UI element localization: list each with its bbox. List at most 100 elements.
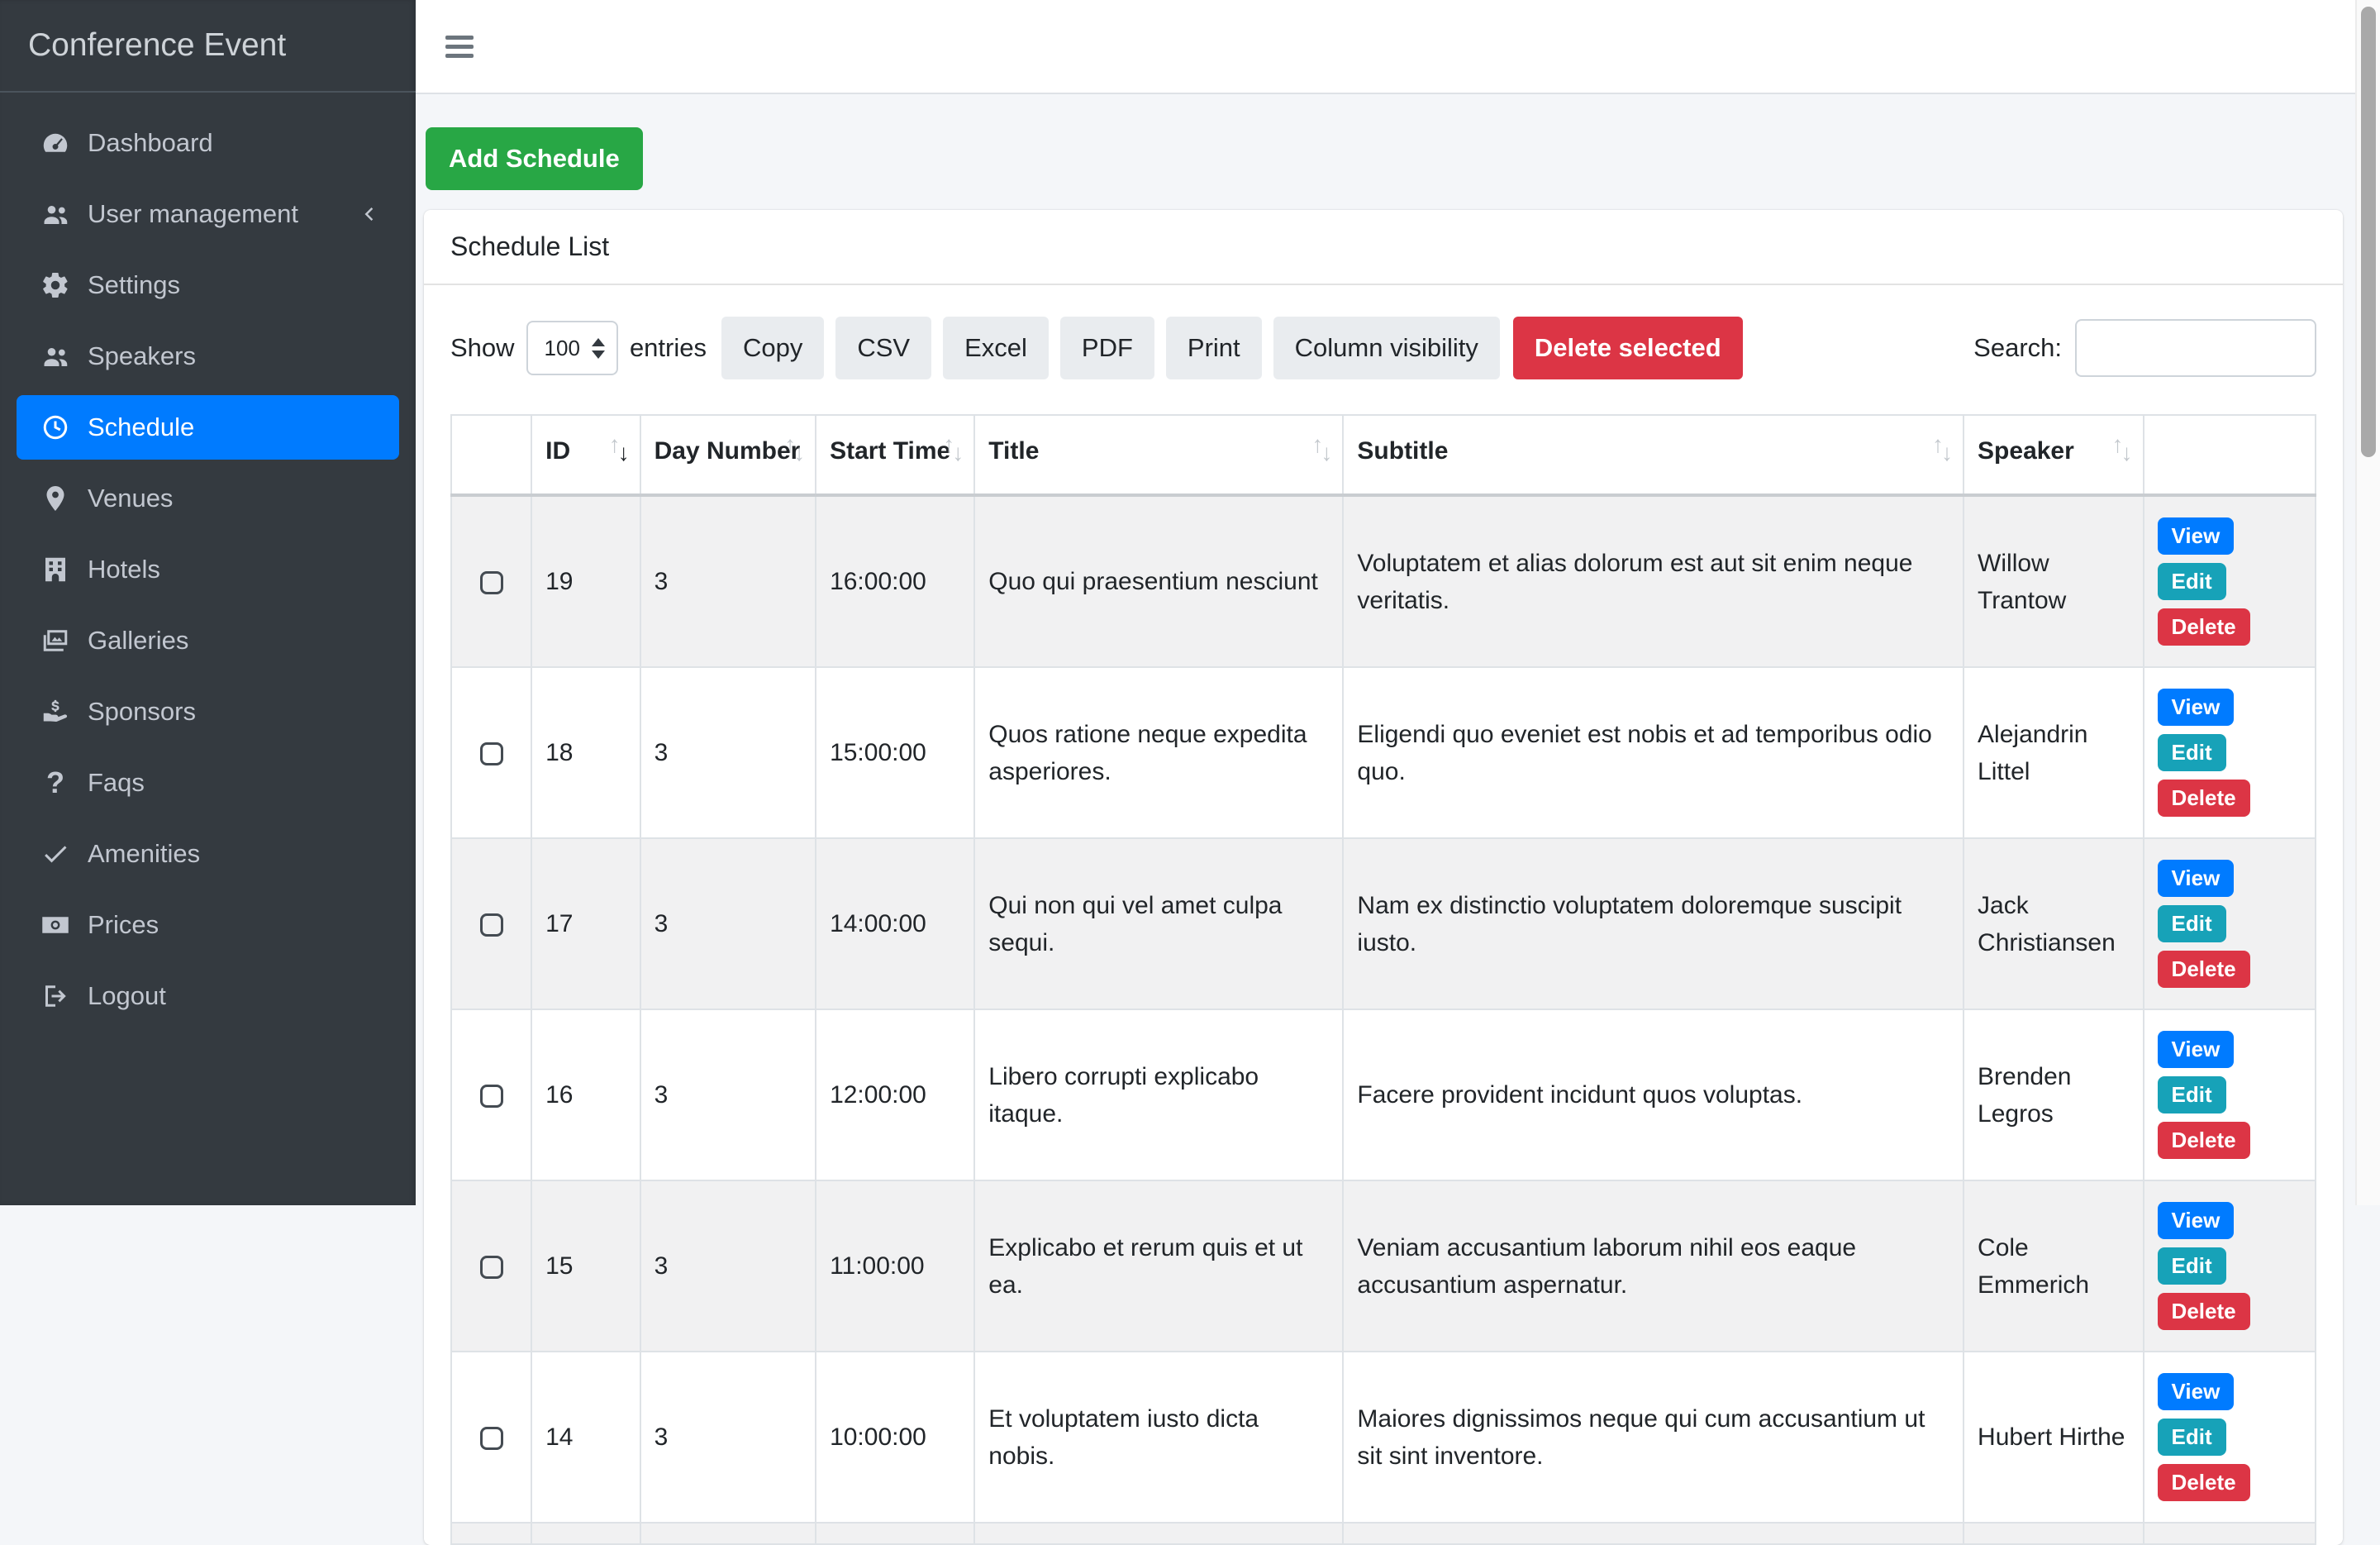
add-schedule-button[interactable]: Add Schedule (426, 127, 643, 190)
edit-button[interactable]: Edit (2157, 563, 2226, 600)
excel-button[interactable]: Excel (943, 317, 1049, 379)
cell-start-time: 14:00:00 (815, 837, 976, 1010)
row-checkbox[interactable] (479, 1256, 503, 1280)
col-header-actions (2142, 414, 2317, 497)
edit-button[interactable]: Edit (2157, 1419, 2226, 1456)
view-button[interactable]: View (2157, 860, 2235, 897)
money-bill-icon (36, 910, 74, 940)
clock-icon (36, 412, 74, 442)
csv-button[interactable]: CSV (835, 317, 932, 379)
sidebar-item-label: Hotels (88, 555, 160, 584)
brand-title: Conference Event (28, 27, 287, 63)
entries-label: entries (629, 333, 707, 362)
sidebar: Conference Event Dashboard User managemen… (0, 0, 416, 1205)
delete-button[interactable]: Delete (2157, 951, 2250, 988)
print-button[interactable]: Print (1165, 317, 1262, 379)
delete-button[interactable]: Delete (2157, 608, 2250, 646)
col-header-day-number[interactable]: Day Number ↑ ↓ (639, 414, 817, 497)
cell-day-number: 3 (639, 1351, 817, 1524)
col-header-label: ID (545, 437, 571, 465)
scrollbar[interactable] (2355, 0, 2380, 1205)
col-header-subtitle[interactable]: Subtitle ↑ ↓ (1342, 414, 1965, 497)
sidebar-item-label: Settings (88, 270, 181, 299)
row-checkbox[interactable] (479, 571, 503, 595)
sidebar-item-label: Amenities (88, 839, 201, 868)
sidebar-item-label: Speakers (88, 341, 196, 370)
sidebar-item-dashboard[interactable]: Dashboard (17, 111, 399, 175)
col-header-title[interactable]: Title ↑ ↓ (973, 414, 1345, 497)
edit-button[interactable]: Edit (2157, 734, 2226, 771)
table-controls: Show 100 entries Copy CSV Excel PDF Print Col… (450, 317, 2316, 379)
cell-title: Quos ratione neque expedita asperiores. (973, 666, 1345, 839)
row-checkbox[interactable] (479, 1085, 503, 1109)
sidebar-item-label: Venues (88, 484, 174, 513)
sidebar-item-amenities[interactable]: Amenities (17, 822, 399, 886)
cell-actions: View Edit Delete (2142, 494, 2317, 668)
edit-button[interactable]: Edit (2157, 1076, 2226, 1113)
column-visibility-button[interactable]: Column visibility (1273, 317, 1500, 379)
edit-button[interactable]: Edit (2157, 1247, 2226, 1285)
question-icon: ? (46, 765, 64, 799)
cell-select (450, 1180, 533, 1352)
row-checkbox[interactable] (479, 742, 503, 766)
sidebar-item-hotels[interactable]: Hotels (17, 537, 399, 602)
col-header-start-time[interactable]: Start Time ↑ ↓ (815, 414, 976, 497)
cell-id: 15 (531, 1180, 641, 1352)
schedule-card: Schedule List Show 100 entries Copy CSV … (424, 210, 2343, 1545)
sidebar-item-logout[interactable]: Logout (17, 964, 399, 1028)
view-button[interactable]: View (2157, 517, 2235, 555)
sidebar-nav: Dashboard User management Settings Speakers… (0, 93, 416, 1053)
table-row: 18 3 15:00:00 Quos ratione neque expedita a… (450, 666, 2317, 839)
page-length-value: 100 (544, 335, 580, 360)
brand[interactable]: Conference Event (0, 0, 416, 93)
view-button[interactable]: View (2157, 1202, 2235, 1239)
cell-day-number: 3 (639, 837, 817, 1010)
search-input[interactable] (2075, 319, 2316, 377)
page-length-select[interactable]: 100 (526, 321, 618, 375)
cell-actions: View Edit Delete (2142, 1009, 2317, 1181)
sidebar-item-speakers[interactable]: Speakers (17, 324, 399, 389)
hand-holding-usd-icon (36, 697, 74, 727)
hotel-icon (36, 555, 74, 584)
sidebar-item-schedule[interactable]: Schedule (17, 395, 399, 460)
edit-button[interactable]: Edit (2157, 905, 2226, 942)
scrollbar-thumb[interactable] (2361, 7, 2376, 457)
view-button[interactable]: View (2157, 1031, 2235, 1068)
users-icon (36, 341, 74, 371)
sidebar-item-venues[interactable]: Venues (17, 466, 399, 531)
sidebar-item-settings[interactable]: Settings (17, 253, 399, 317)
sidebar-item-label: Galleries (88, 626, 189, 655)
delete-button[interactable]: Delete (2157, 1293, 2250, 1330)
col-header-id[interactable]: ID ↑ ↓ (531, 414, 641, 497)
sidebar-item-label: Logout (88, 981, 166, 1010)
cell-speaker: Cole Emmerich (1963, 1180, 2144, 1352)
sidebar-item-user-management[interactable]: User management (17, 182, 399, 246)
view-button[interactable]: View (2157, 689, 2235, 726)
sidebar-item-faqs[interactable]: ? Faqs (17, 751, 399, 815)
sidebar-item-prices[interactable]: Prices (17, 893, 399, 957)
hamburger-icon[interactable] (440, 31, 478, 63)
row-checkbox[interactable] (479, 913, 503, 937)
cell-start-time: 16:00:00 (815, 494, 976, 668)
view-button[interactable]: View (2157, 1373, 2235, 1410)
cell-title: Libero corrupti explicabo itaque. (973, 1009, 1345, 1181)
table-row: 16 3 12:00:00 Libero corrupti explicabo ita… (450, 1009, 2317, 1181)
cell-speaker: Hubert Hirthe (1963, 1351, 2144, 1524)
cell-actions: View Edit Delete (2142, 1180, 2317, 1352)
copy-button[interactable]: Copy (721, 317, 825, 379)
sidebar-item-sponsors[interactable]: Sponsors (17, 680, 399, 744)
sign-out-icon (36, 981, 74, 1011)
search-control: Search: (1973, 319, 2316, 377)
delete-button[interactable]: Delete (2157, 780, 2250, 817)
table-row: 14 3 10:00:00 Et voluptatem iusto dicta nob… (450, 1351, 2317, 1524)
app: Conference Event Dashboard User managemen… (0, 0, 2380, 1545)
delete-selected-button[interactable]: Delete selected (1512, 317, 1743, 379)
row-checkbox[interactable] (479, 1427, 503, 1451)
sidebar-item-galleries[interactable]: Galleries (17, 608, 399, 673)
show-label: Show (450, 333, 515, 362)
delete-button[interactable]: Delete (2157, 1122, 2250, 1159)
pdf-button[interactable]: PDF (1059, 317, 1154, 379)
col-header-speaker[interactable]: Speaker ↑ ↓ (1963, 414, 2144, 497)
col-header-label: Subtitle (1357, 437, 1449, 465)
delete-button[interactable]: Delete (2157, 1464, 2250, 1501)
